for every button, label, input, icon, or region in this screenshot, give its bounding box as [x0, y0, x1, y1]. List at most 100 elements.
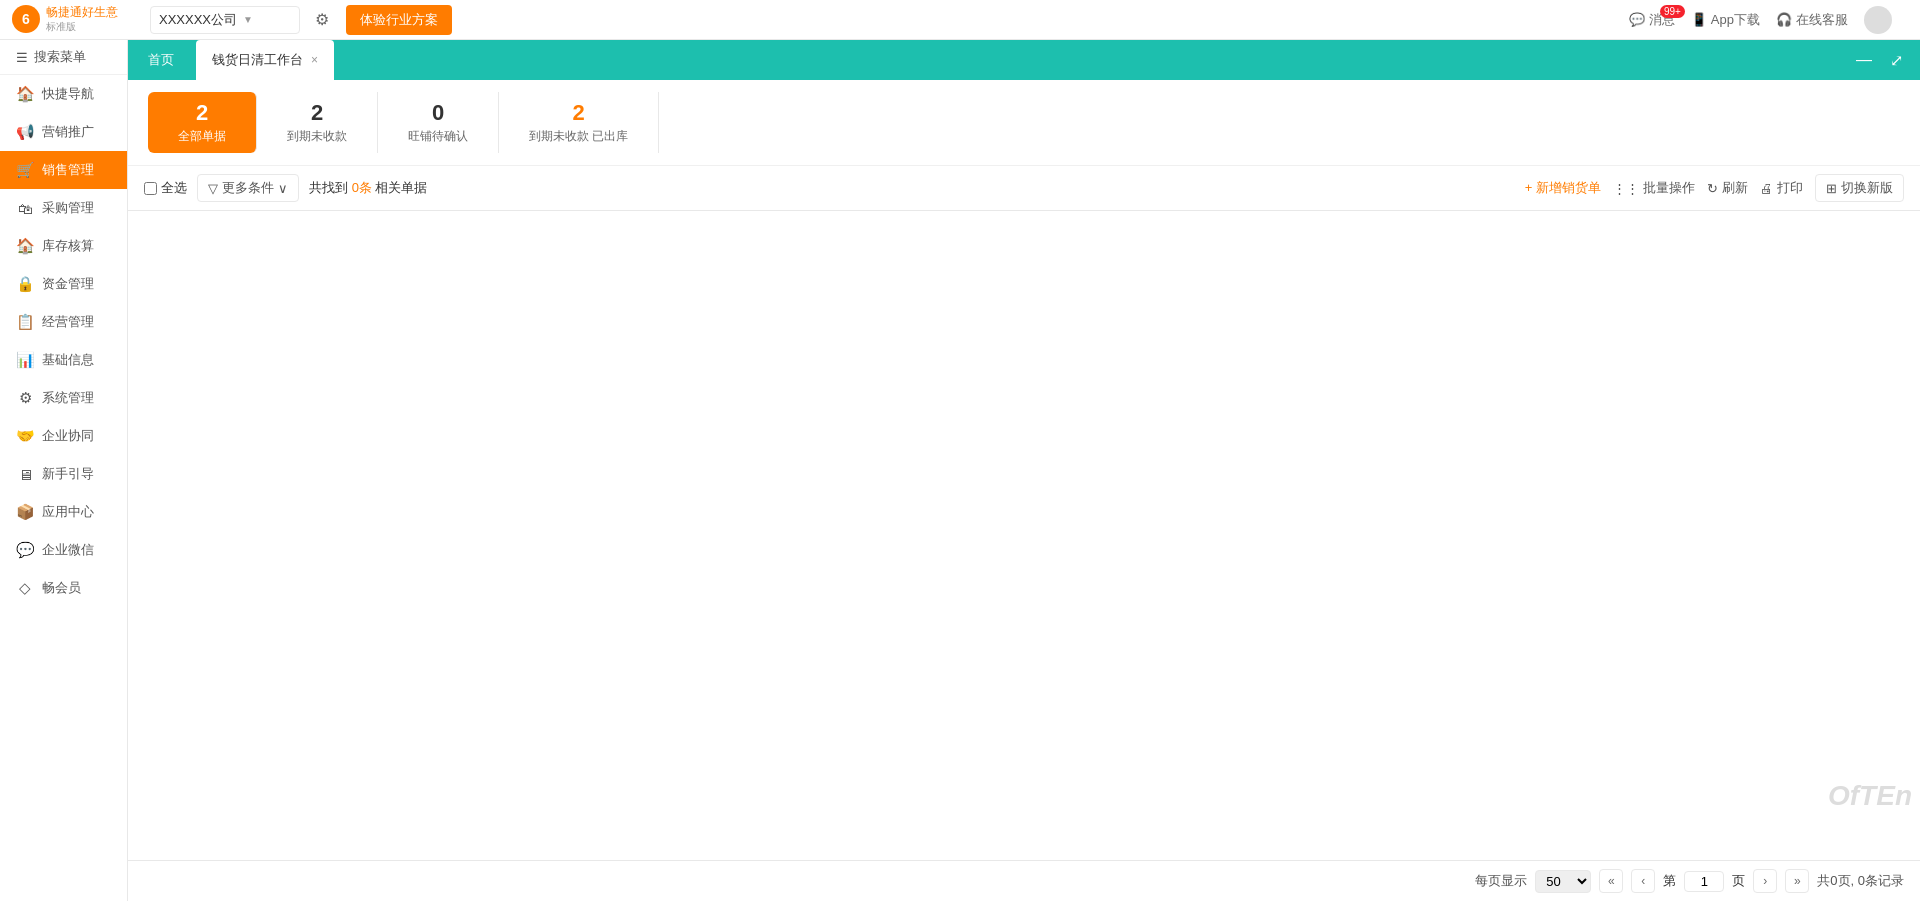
sidebar-item-appcenter[interactable]: 📦应用中心: [0, 493, 127, 531]
table-area: OfTEn: [128, 211, 1920, 860]
stat-card-2[interactable]: 0旺铺待确认: [378, 92, 499, 153]
marketing-label: 营销推广: [42, 123, 94, 141]
sidebar-item-quick-nav[interactable]: 🏠 快捷导航: [0, 75, 127, 113]
message-icon: 💬: [1629, 12, 1645, 27]
sidebar-item-wechat[interactable]: 💬企业微信: [0, 531, 127, 569]
prev-page-button[interactable]: ‹: [1631, 869, 1655, 893]
company-selector[interactable]: XXXXXX公司 ▼: [150, 6, 300, 34]
inventory-label: 库存核算: [42, 237, 94, 255]
tab-home[interactable]: 首页: [128, 40, 194, 80]
filter-button[interactable]: ▽ 更多条件 ∨: [197, 174, 299, 202]
last-page-button[interactable]: »: [1785, 869, 1809, 893]
sidebar: ☰ 搜索菜单 🏠 快捷导航 📢 营销推广 🛒 销售管理 🛍采购管理 🏠 库存核算 🔒资金管理 📋 经营…: [0, 40, 128, 901]
search-icon: ☰: [16, 50, 28, 65]
page-total: 共0页, 0条记录: [1817, 872, 1904, 890]
basic-icon: 📊: [16, 351, 34, 369]
stat-num-1: 2: [287, 100, 347, 126]
logo-icon: 6: [12, 5, 40, 33]
sidebar-item-operation[interactable]: 📋 经营管理: [0, 303, 127, 341]
appcenter-label: 应用中心: [42, 503, 94, 521]
filter-label: 更多条件: [222, 179, 274, 197]
inventory-icon: 🏠: [16, 237, 34, 255]
tab-minimize-button[interactable]: —: [1852, 48, 1876, 72]
page-suffix: 页: [1732, 872, 1745, 890]
found-prefix: 共找到: [309, 180, 348, 195]
online-service-label: 在线客服: [1796, 11, 1848, 29]
per-page-select[interactable]: 50 100 200: [1535, 870, 1591, 893]
switch-icon: ⊞: [1826, 181, 1837, 196]
add-order-button[interactable]: + 新增销货单: [1525, 179, 1601, 197]
guide-label: 新手引导: [42, 465, 94, 483]
operation-icon: 📋: [16, 313, 34, 331]
sidebar-item-basic[interactable]: 📊基础信息: [0, 341, 127, 379]
operation-label: 经营管理: [42, 313, 94, 331]
next-page-button[interactable]: ›: [1753, 869, 1777, 893]
top-right: 💬 消息 99+ 📱 App下载 🎧 在线客服: [1629, 6, 1908, 34]
avatar[interactable]: [1864, 6, 1892, 34]
per-page-label: 每页显示: [1475, 872, 1527, 890]
stat-num-0: 2: [178, 100, 226, 126]
system-label: 系统管理: [42, 389, 94, 407]
tab-workspace-label: 钱货日清工作台: [212, 51, 303, 69]
batch-button[interactable]: ⋮⋮ 批量操作: [1613, 179, 1695, 197]
switch-version-button[interactable]: ⊞ 切换新版: [1815, 174, 1904, 202]
sidebar-item-finance[interactable]: 🔒资金管理: [0, 265, 127, 303]
app-download-button[interactable]: 📱 App下载: [1691, 11, 1760, 29]
message-button[interactable]: 💬 消息 99+: [1629, 11, 1675, 29]
batch-icon: ⋮⋮: [1613, 181, 1639, 196]
stat-num-2: 0: [408, 100, 468, 126]
refresh-button[interactable]: ↻ 刷新: [1707, 179, 1748, 197]
page-prefix: 第: [1663, 872, 1676, 890]
first-page-button[interactable]: «: [1599, 869, 1623, 893]
marketing-icon: 📢: [16, 123, 34, 141]
stats-row: 2全部单据2到期未收款0旺铺待确认2到期未收款 已出库: [128, 80, 1920, 166]
stat-card-0[interactable]: 2全部单据: [148, 92, 257, 153]
app-name: 畅捷通好生意: [46, 5, 118, 19]
select-all-checkbox[interactable]: 全选: [144, 179, 187, 197]
layout: ☰ 搜索菜单 🏠 快捷导航 📢 营销推广 🛒 销售管理 🛍采购管理 🏠 库存核算 🔒资金管理 📋 经营…: [0, 40, 1920, 901]
workspace: 2全部单据2到期未收款0旺铺待确认2到期未收款 已出库 全选 ▽ 更多条件 ∨ …: [128, 80, 1920, 901]
found-num: 0条: [352, 180, 372, 195]
online-service-button[interactable]: 🎧 在线客服: [1776, 11, 1848, 29]
quick-nav-icon: 🏠: [16, 85, 34, 103]
sidebar-item-guide[interactable]: 🖥新手引导: [0, 455, 127, 493]
found-text: 共找到 0条 相关单据: [309, 179, 427, 197]
page-number-input[interactable]: [1684, 871, 1724, 892]
search-menu[interactable]: ☰ 搜索菜单: [0, 40, 127, 75]
select-all-label: 全选: [161, 179, 187, 197]
stat-label-3: 到期未收款 已出库: [529, 128, 628, 145]
print-label: 打印: [1777, 179, 1803, 197]
sidebar-items: 🏠 快捷导航 📢 营销推广 🛒 销售管理 🛍采购管理 🏠 库存核算 🔒资金管理 📋 经营管理 📊基础信息…: [0, 75, 127, 607]
cooperation-label: 企业协同: [42, 427, 94, 445]
trial-button[interactable]: 体验行业方案: [346, 5, 452, 35]
member-label: 畅会员: [42, 579, 81, 597]
member-icon: ◇: [16, 579, 34, 597]
sidebar-item-purchase[interactable]: 🛍采购管理: [0, 189, 127, 227]
stat-card-1[interactable]: 2到期未收款: [257, 92, 378, 153]
sidebar-item-cooperation[interactable]: 🤝企业协同: [0, 417, 127, 455]
tab-workspace[interactable]: 钱货日清工作台 ×: [196, 40, 334, 80]
sidebar-item-member[interactable]: ◇ 畅会员: [0, 569, 127, 607]
tab-actions: — ⤢: [1852, 48, 1920, 72]
switch-label: 切换新版: [1841, 179, 1893, 197]
tab-close-button[interactable]: ×: [311, 53, 318, 67]
sales-label: 销售管理: [42, 161, 94, 179]
sidebar-item-system[interactable]: ⚙系统管理: [0, 379, 127, 417]
main-content: 首页 钱货日清工作台 × — ⤢ 2全部单据2到期未收款0旺铺待确认2到期未收款…: [128, 40, 1920, 901]
print-button[interactable]: 🖨 打印: [1760, 179, 1803, 197]
quick-nav-label: 快捷导航: [42, 85, 94, 103]
finance-label: 资金管理: [42, 275, 94, 293]
sidebar-item-marketing[interactable]: 📢 营销推广: [0, 113, 127, 151]
select-all-input[interactable]: [144, 182, 157, 195]
sidebar-item-sales[interactable]: 🛒 销售管理: [0, 151, 127, 189]
stat-card-3[interactable]: 2到期未收款 已出库: [499, 92, 659, 153]
tab-expand-button[interactable]: ⤢: [1884, 48, 1908, 72]
batch-label: 批量操作: [1643, 179, 1695, 197]
watermark: OfTEn: [1820, 772, 1920, 820]
settings-button[interactable]: ⚙: [308, 6, 336, 34]
sidebar-item-inventory[interactable]: 🏠 库存核算: [0, 227, 127, 265]
app-download-label: App下载: [1711, 11, 1760, 29]
sales-icon: 🛒: [16, 161, 34, 179]
tab-bar: 首页 钱货日清工作台 × — ⤢: [128, 40, 1920, 80]
wechat-icon: 💬: [16, 541, 34, 559]
